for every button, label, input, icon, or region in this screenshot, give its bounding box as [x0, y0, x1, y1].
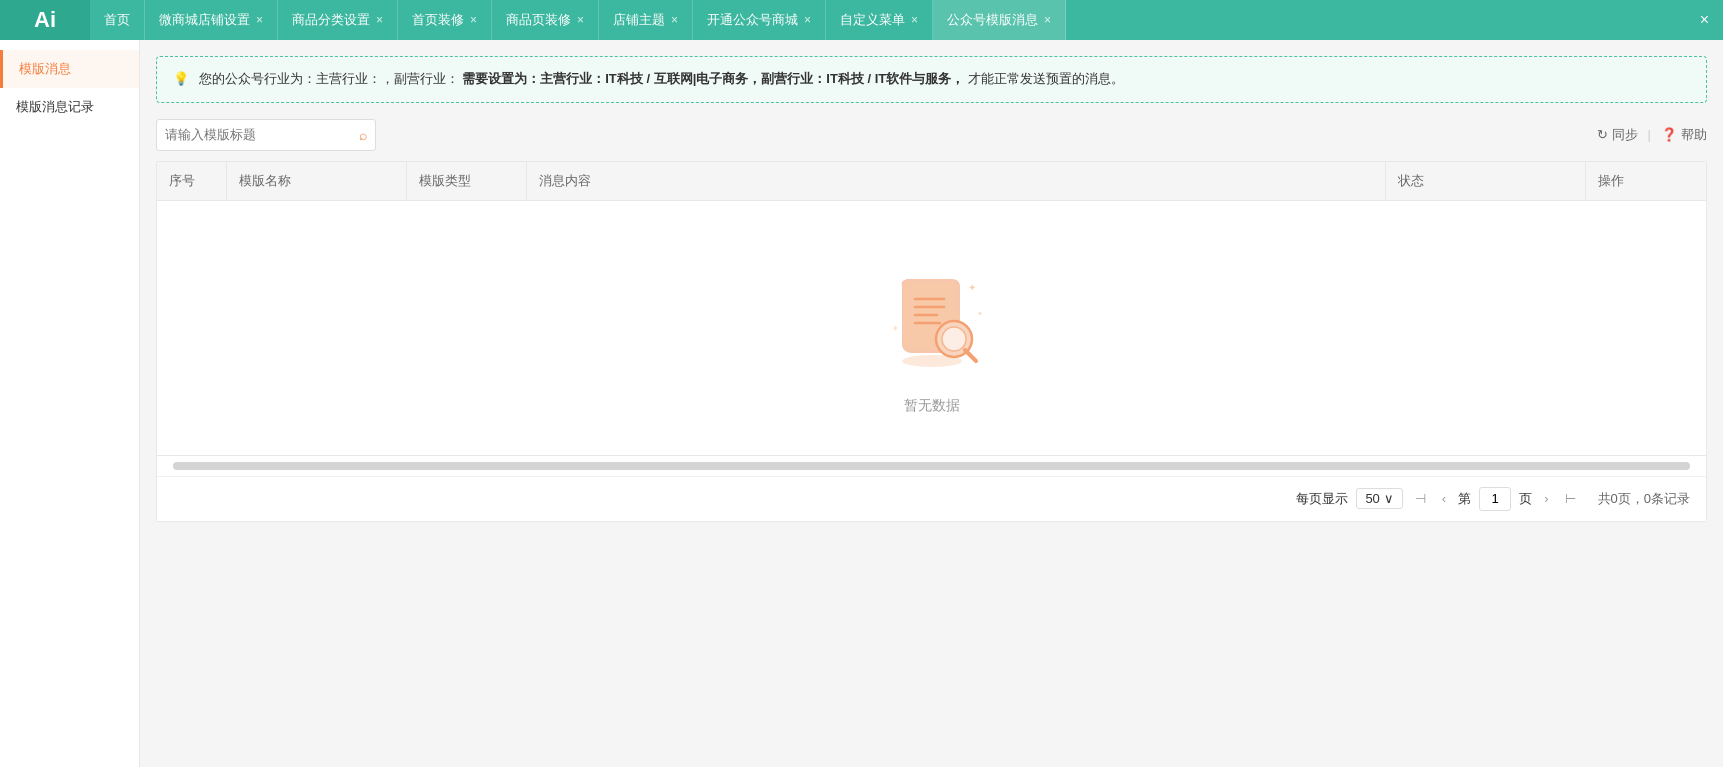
- refresh-icon: ↻: [1597, 127, 1608, 142]
- close-tab-category[interactable]: ×: [376, 13, 383, 27]
- close-all-tabs[interactable]: ×: [1686, 11, 1723, 29]
- layout: 模版消息 模版消息记录 💡 您的公众号行业为：主营行业：，副营行业： 需要设置为…: [0, 40, 1723, 767]
- data-table: 序号 模版名称 模版类型 消息内容 状态 操作: [156, 161, 1707, 522]
- notice-box: 💡 您的公众号行业为：主营行业：，副营行业： 需要设置为：主营行业：IT科技 /…: [156, 56, 1707, 103]
- per-page-select[interactable]: 50 ∨: [1356, 488, 1402, 509]
- nav-tab-open-mall[interactable]: 开通公众号商城 ×: [693, 0, 826, 40]
- page-label-before: 第: [1458, 490, 1471, 508]
- sidebar-item-template-msg-log[interactable]: 模版消息记录: [0, 88, 139, 126]
- col-header-action: 操作: [1586, 162, 1706, 200]
- col-header-content: 消息内容: [527, 162, 1386, 200]
- notice-icon: 💡: [173, 71, 189, 86]
- close-tab-custom-menu[interactable]: ×: [911, 13, 918, 27]
- close-tab-theme[interactable]: ×: [671, 13, 678, 27]
- search-input[interactable]: [165, 127, 359, 142]
- search-icon[interactable]: ⌕: [359, 127, 367, 143]
- help-button[interactable]: ❓ 帮助: [1661, 126, 1707, 144]
- empty-text: 暂无数据: [904, 397, 960, 415]
- close-tab-product-decor[interactable]: ×: [577, 13, 584, 27]
- col-header-type: 模版类型: [407, 162, 527, 200]
- svg-line-7: [965, 350, 976, 361]
- empty-illustration: ✦ ✦ ✦: [872, 261, 992, 381]
- close-tab-open-mall[interactable]: ×: [804, 13, 811, 27]
- brand-logo: Ai: [0, 0, 90, 40]
- page-number-input[interactable]: [1479, 487, 1511, 511]
- nav-tab-theme[interactable]: 店铺主题 ×: [599, 0, 693, 40]
- nav-tab-product-decor[interactable]: 商品页装修 ×: [492, 0, 599, 40]
- sidebar: 模版消息 模版消息记录: [0, 40, 140, 767]
- last-page-button[interactable]: ⊢: [1561, 489, 1580, 508]
- per-page-label: 每页显示: [1296, 490, 1348, 508]
- empty-state: ✦ ✦ ✦ 暂无数据: [157, 201, 1706, 455]
- per-page-value: 50: [1365, 491, 1379, 506]
- close-tab-store-settings[interactable]: ×: [256, 13, 263, 27]
- nav-tab-home[interactable]: 首页: [90, 0, 145, 40]
- first-page-button[interactable]: ⊣: [1411, 489, 1430, 508]
- search-input-wrap: ⌕: [156, 119, 376, 151]
- sidebar-item-template-msg[interactable]: 模版消息: [0, 50, 139, 88]
- svg-point-6: [942, 327, 966, 351]
- nav-tab-template-msg[interactable]: 公众号模版消息 ×: [933, 0, 1066, 40]
- search-bar: ⌕ ↻ 同步 | ❓ 帮助: [156, 119, 1707, 151]
- nav-tab-category[interactable]: 商品分类设置 ×: [278, 0, 398, 40]
- col-header-index: 序号: [157, 162, 227, 200]
- page-label-after: 页: [1519, 490, 1532, 508]
- horizontal-scrollbar[interactable]: [173, 462, 1690, 470]
- col-header-name: 模版名称: [227, 162, 407, 200]
- pagination: 每页显示 50 ∨ ⊣ ‹ 第 页 › ⊢ 共0页，0条记录: [157, 476, 1706, 521]
- help-icon: ❓: [1661, 127, 1677, 142]
- toolbar-right: ↻ 同步 | ❓ 帮助: [1597, 126, 1707, 144]
- nav-tab-store-settings[interactable]: 微商城店铺设置 ×: [145, 0, 278, 40]
- svg-text:✦: ✦: [892, 324, 899, 333]
- svg-text:✦: ✦: [977, 310, 983, 317]
- total-info: 共0页，0条记录: [1598, 490, 1690, 508]
- close-tab-homepage-decor[interactable]: ×: [470, 13, 477, 27]
- nav-tab-homepage-decor[interactable]: 首页装修 ×: [398, 0, 492, 40]
- close-tab-template-msg[interactable]: ×: [1044, 13, 1051, 27]
- table-header: 序号 模版名称 模版类型 消息内容 状态 操作: [157, 162, 1706, 201]
- sync-button[interactable]: ↻ 同步: [1597, 126, 1638, 144]
- col-header-status: 状态: [1386, 162, 1586, 200]
- svg-text:✦: ✦: [968, 282, 976, 293]
- toolbar-divider: |: [1648, 127, 1651, 142]
- horizontal-scrollbar-wrap: [157, 455, 1706, 476]
- per-page-chevron-icon: ∨: [1384, 491, 1394, 506]
- prev-page-button[interactable]: ‹: [1438, 489, 1450, 508]
- top-nav: Ai 首页 微商城店铺设置 × 商品分类设置 × 首页装修 × 商品页装修 × …: [0, 0, 1723, 40]
- main-content: 💡 您的公众号行业为：主营行业：，副营行业： 需要设置为：主营行业：IT科技 /…: [140, 40, 1723, 767]
- next-page-button[interactable]: ›: [1540, 489, 1552, 508]
- nav-tab-custom-menu[interactable]: 自定义菜单 ×: [826, 0, 933, 40]
